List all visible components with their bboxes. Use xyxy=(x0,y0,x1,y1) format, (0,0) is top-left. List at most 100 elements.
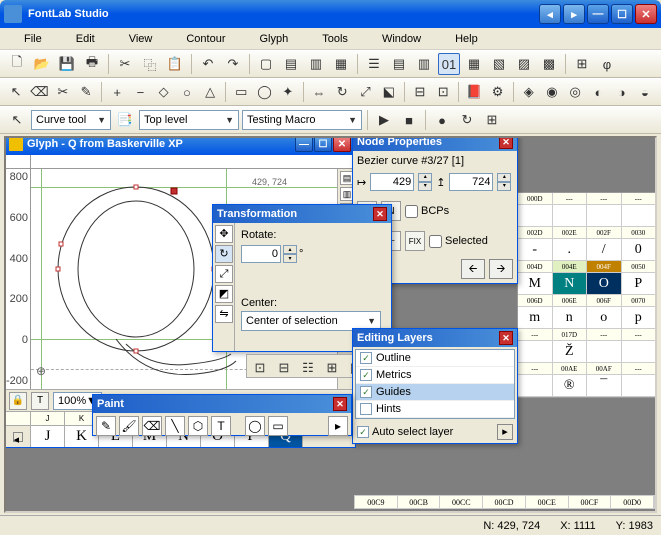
selected-node[interactable] xyxy=(171,188,178,195)
play-button[interactable]: ▶ xyxy=(373,109,395,131)
tab-J[interactable]: J xyxy=(31,426,65,447)
paint-line[interactable]: ╲ xyxy=(165,416,185,436)
layout-4[interactable]: 01 xyxy=(438,53,460,75)
ct-4[interactable]: ⊞ xyxy=(321,357,343,379)
x-down[interactable]: ▾ xyxy=(418,182,432,191)
menu-edit[interactable]: Edit xyxy=(60,31,111,47)
layer-metrics[interactable]: ✓Metrics xyxy=(356,367,514,384)
layer-outline[interactable]: ✓Outline xyxy=(356,350,514,367)
cut-button[interactable]: ✂ xyxy=(114,53,136,75)
open-button[interactable]: 📂 xyxy=(31,53,53,75)
menu-file[interactable]: File xyxy=(8,31,58,47)
paint-select[interactable]: ▭ xyxy=(268,416,288,436)
info-button[interactable]: φ xyxy=(596,53,618,75)
menu-help[interactable]: Help xyxy=(439,31,494,47)
remove-point[interactable]: − xyxy=(130,81,150,103)
layout-6[interactable]: ▧ xyxy=(488,53,510,75)
y-up[interactable]: ▴ xyxy=(497,173,511,182)
menu-tools[interactable]: Tools xyxy=(306,31,364,47)
aux-button-1[interactable]: ◂ xyxy=(539,4,561,24)
font-window[interactable]: 000D--------- 002D002E002F0030 -./0 004D… xyxy=(517,192,657,398)
tangent-point[interactable]: △ xyxy=(200,81,220,103)
misc-2[interactable]: ◉ xyxy=(542,81,562,103)
redo-button[interactable]: ↷ xyxy=(222,53,244,75)
glyph-close-button[interactable]: ✕ xyxy=(333,136,351,152)
grid-button[interactable]: ⊞ xyxy=(571,53,593,75)
tool-d[interactable]: ▦ xyxy=(330,53,352,75)
layer-hints[interactable]: Hints xyxy=(356,401,514,418)
glyph-min-button[interactable]: — xyxy=(295,136,313,152)
trans-scale[interactable]: ⤢ xyxy=(215,265,233,283)
layers-options[interactable]: ▸ xyxy=(497,424,513,440)
level-combo[interactable]: Top level▼ xyxy=(139,110,239,130)
tool-a[interactable]: ▢ xyxy=(255,53,277,75)
next-node-button[interactable]: 🡪 xyxy=(489,259,513,279)
corner-point[interactable]: ◇ xyxy=(154,81,174,103)
rot-up[interactable]: ▴ xyxy=(283,245,297,254)
layout-7[interactable]: ▨ xyxy=(513,53,535,75)
paste-button[interactable]: 📋 xyxy=(164,53,186,75)
misc-6[interactable]: ◒ xyxy=(635,81,655,103)
zoom-text[interactable]: T xyxy=(31,392,49,410)
tab-scroll-left[interactable]: ◂ xyxy=(13,432,23,442)
paint-pen[interactable]: ✎ xyxy=(96,416,116,436)
x-up[interactable]: ▴ xyxy=(418,173,432,182)
paint-contour[interactable]: ◯ xyxy=(245,416,265,436)
pointer-tool[interactable]: ↖ xyxy=(6,81,26,103)
trans-rotate[interactable]: ↻ xyxy=(215,245,233,263)
rotate-input[interactable] xyxy=(241,245,281,263)
rot-down[interactable]: ▾ xyxy=(283,254,297,263)
layout-2[interactable]: ▤ xyxy=(388,53,410,75)
fix-button[interactable]: FIX xyxy=(405,231,425,251)
glyph-cell-O[interactable]: O xyxy=(587,273,622,294)
misc-5[interactable]: ◑ xyxy=(612,81,632,103)
scale-tool[interactable]: ⤢ xyxy=(355,81,375,103)
selected-checkbox[interactable]: Selected xyxy=(429,235,488,248)
trans-close-button[interactable]: ✕ xyxy=(373,207,387,221)
pen-tool[interactable]: ✎ xyxy=(76,81,96,103)
layer-guides[interactable]: ✓Guides xyxy=(356,384,514,401)
ct-1[interactable]: ⊡ xyxy=(249,357,271,379)
maximize-button[interactable]: ☐ xyxy=(611,4,633,24)
paint-erase[interactable]: ⌫ xyxy=(142,416,162,436)
stop-button[interactable]: ■ xyxy=(398,109,420,131)
aux-button-2[interactable]: ▸ xyxy=(563,4,585,24)
layers-close-button[interactable]: ✕ xyxy=(499,331,513,345)
misc-4[interactable]: ◐ xyxy=(588,81,608,103)
misc-3[interactable]: ◎ xyxy=(565,81,585,103)
glyph-cell-N[interactable]: N xyxy=(553,273,588,294)
rotate-tool[interactable]: ↻ xyxy=(332,81,352,103)
node-x-input[interactable] xyxy=(370,173,414,191)
layout-3[interactable]: ▥ xyxy=(413,53,435,75)
align-tool[interactable]: ⊟ xyxy=(410,81,430,103)
tool-c[interactable]: ▥ xyxy=(305,53,327,75)
eraser-tool[interactable]: ⌫ xyxy=(29,81,49,103)
paint-options[interactable]: ▸ xyxy=(328,416,348,436)
gear-tool[interactable]: ⚙ xyxy=(487,81,507,103)
zoom-lock[interactable]: 🔒 xyxy=(9,392,27,410)
glyph-cell[interactable] xyxy=(518,205,553,226)
trans-mirror[interactable]: ⇋ xyxy=(215,305,233,323)
curve-point[interactable]: ○ xyxy=(177,81,197,103)
menu-glyph[interactable]: Glyph xyxy=(244,31,305,47)
arrow-tool[interactable]: ↖ xyxy=(6,109,28,131)
trans-skew[interactable]: ◩ xyxy=(215,285,233,303)
macro-rec[interactable]: ● xyxy=(431,109,453,131)
node-close-button[interactable]: ✕ xyxy=(499,136,513,149)
metrics-tool[interactable]: ⊡ xyxy=(433,81,453,103)
trans-move[interactable]: ✥ xyxy=(215,225,233,243)
menu-window[interactable]: Window xyxy=(366,31,437,47)
auto-select-checkbox[interactable]: ✓ xyxy=(357,426,369,438)
print-button[interactable]: 🖶 xyxy=(81,53,103,75)
menu-view[interactable]: View xyxy=(113,31,169,47)
bcps-checkbox[interactable]: BCPs xyxy=(405,205,449,218)
book-tool[interactable]: 📕 xyxy=(464,81,484,103)
layout-1[interactable]: ☰ xyxy=(363,53,385,75)
prev-node-button[interactable]: 🡨 xyxy=(461,259,485,279)
undo-button[interactable]: ↶ xyxy=(197,53,219,75)
add-point[interactable]: + xyxy=(107,81,127,103)
rect-tool[interactable]: ▭ xyxy=(231,81,251,103)
save-button[interactable]: 💾 xyxy=(56,53,78,75)
close-button[interactable]: ✕ xyxy=(635,4,657,24)
tool-b[interactable]: ▤ xyxy=(280,53,302,75)
